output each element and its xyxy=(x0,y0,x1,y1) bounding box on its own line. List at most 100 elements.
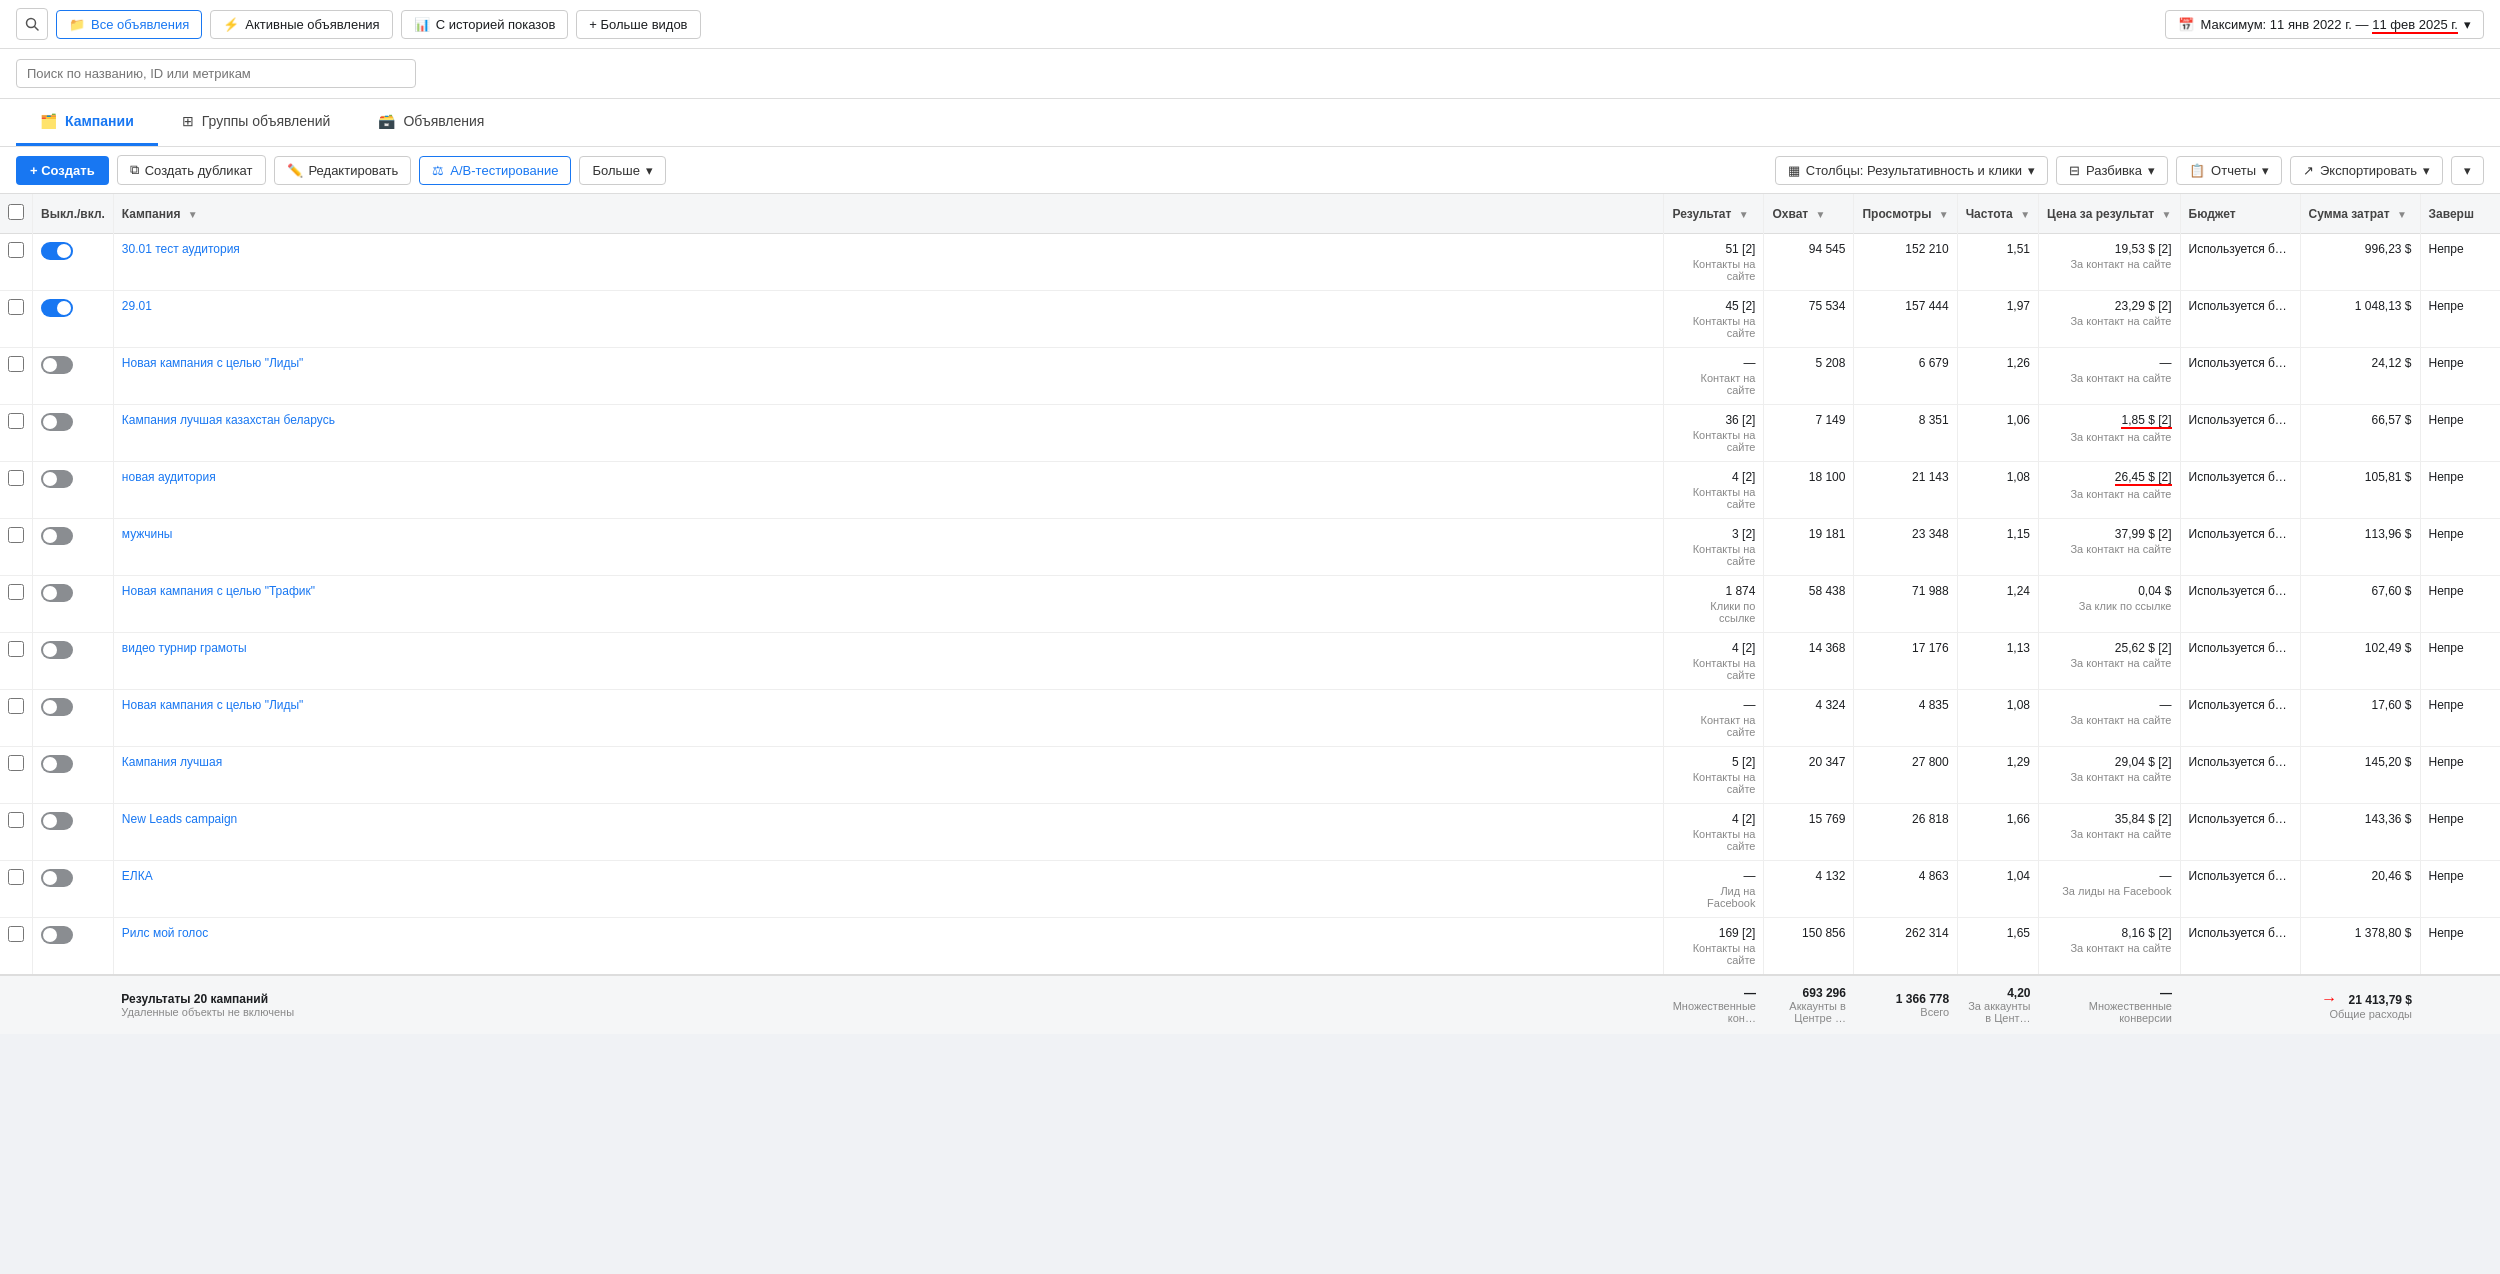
campaign-toggle[interactable] xyxy=(41,869,73,887)
price-sub: За лиды на Facebook xyxy=(2047,885,2171,897)
active-ads-filter-btn[interactable]: ⚡ Активные объявления xyxy=(210,10,392,39)
row-checkbox[interactable] xyxy=(8,926,24,942)
campaign-name-link[interactable]: Новая кампания с целью "Трафик" xyxy=(122,584,1656,598)
row-spent: 17,60 $ xyxy=(2300,690,2420,747)
sort-arrow-spent: ▼ xyxy=(2397,209,2407,220)
row-checkbox[interactable] xyxy=(8,869,24,885)
campaign-toggle[interactable] xyxy=(41,299,73,317)
row-checkbox[interactable] xyxy=(8,242,24,258)
more-views-btn[interactable]: + Больше видов xyxy=(576,10,700,39)
row-checkbox[interactable] xyxy=(8,584,24,600)
row-result: 4 [2] Контакты на сайте xyxy=(1664,804,1764,861)
row-checkbox[interactable] xyxy=(8,299,24,315)
row-freq: 1,26 xyxy=(1957,348,2038,405)
campaign-name-link[interactable]: Новая кампания с целью "Лиды" xyxy=(122,698,1656,712)
campaign-toggle[interactable] xyxy=(41,755,73,773)
row-checkbox[interactable] xyxy=(8,413,24,429)
row-checkbox[interactable] xyxy=(8,641,24,657)
finish-value: Непре xyxy=(2429,755,2464,769)
row-result: 4 [2] Контакты на сайте xyxy=(1664,633,1764,690)
result-sub: Контакты на сайте xyxy=(1672,486,1755,510)
row-views: 152 210 xyxy=(1854,234,1957,291)
spent-value: 20,46 $ xyxy=(2309,869,2412,883)
result-sub: Лид на Facebook xyxy=(1672,885,1755,909)
campaign-name-link[interactable]: Рилс мой голос xyxy=(122,926,1656,940)
breakdown-button[interactable]: ⊟ Разбивка ▾ xyxy=(2056,156,2168,185)
row-checkbox[interactable] xyxy=(8,356,24,372)
extra-button[interactable]: ▾ xyxy=(2451,156,2484,185)
result-value: 36 [2] xyxy=(1672,413,1755,427)
header-campaign[interactable]: Кампания ▼ xyxy=(113,194,1664,234)
campaign-toggle[interactable] xyxy=(41,584,73,602)
select-all-checkbox[interactable] xyxy=(8,204,24,220)
search-input[interactable] xyxy=(16,59,416,88)
result-sub: Контакты на сайте xyxy=(1672,429,1755,453)
history-filter-btn[interactable]: 📊 С историей показов xyxy=(401,10,569,39)
more-button[interactable]: Больше ▾ xyxy=(579,156,666,185)
row-checkbox[interactable] xyxy=(8,812,24,828)
sort-arrow-freq: ▼ xyxy=(2020,209,2030,220)
campaign-name-link[interactable]: 30.01 тест аудитория xyxy=(122,242,1656,256)
adgroups-tab-label: Группы объявлений xyxy=(202,113,331,129)
campaign-toggle[interactable] xyxy=(41,242,73,260)
tab-ads[interactable]: 🗃️ Объявления xyxy=(354,99,508,146)
campaign-toggle[interactable] xyxy=(41,926,73,944)
campaign-toggle[interactable] xyxy=(41,641,73,659)
ab-test-button[interactable]: ⚖ A/B-тестирование xyxy=(419,156,571,185)
columns-button[interactable]: ▦ Столбцы: Результативность и клики ▾ xyxy=(1775,156,2048,185)
duplicate-button[interactable]: ⧉ Создать дубликат xyxy=(117,155,266,185)
finish-value: Непре xyxy=(2429,242,2464,256)
campaign-name-link[interactable]: Кампания лучшая казахстан беларусь xyxy=(122,413,1656,427)
result-value: 5 [2] xyxy=(1672,755,1755,769)
row-spent: 113,96 $ xyxy=(2300,519,2420,576)
search-icon-btn[interactable] xyxy=(16,8,48,40)
all-ads-filter-btn[interactable]: 📁 Все объявления xyxy=(56,10,202,39)
reports-button[interactable]: 📋 Отчеты ▾ xyxy=(2176,156,2282,185)
footer-spent-sub: Общие расходы xyxy=(2308,1008,2412,1020)
campaign-toggle[interactable] xyxy=(41,527,73,545)
campaign-toggle[interactable] xyxy=(41,812,73,830)
campaign-name-link[interactable]: New Leads campaign xyxy=(122,812,1656,826)
campaign-name-link[interactable]: новая аудитория xyxy=(122,470,1656,484)
campaign-toggle[interactable] xyxy=(41,470,73,488)
campaign-name-link[interactable]: мужчины xyxy=(122,527,1656,541)
row-views: 6 679 xyxy=(1854,348,1957,405)
header-spent[interactable]: Сумма затрат ▼ xyxy=(2300,194,2420,234)
spent-value: 66,57 $ xyxy=(2309,413,2412,427)
header-price[interactable]: Цена за результат ▼ xyxy=(2039,194,2180,234)
header-freq[interactable]: Частота ▼ xyxy=(1957,194,2038,234)
create-button[interactable]: + Создать xyxy=(16,156,109,185)
views-value: 152 210 xyxy=(1862,242,1948,256)
campaign-toggle[interactable] xyxy=(41,413,73,431)
row-checkbox[interactable] xyxy=(8,470,24,486)
row-checkbox[interactable] xyxy=(8,698,24,714)
price-sub: За клик по ссылке xyxy=(2047,600,2171,612)
row-price: 35,84 $ [2] За контакт на сайте xyxy=(2039,804,2180,861)
price-value: 25,62 $ [2] xyxy=(2047,641,2171,655)
campaign-name-link[interactable]: видео турнир грамоты xyxy=(122,641,1656,655)
row-campaign: ЕЛКА xyxy=(113,861,1664,918)
export-button[interactable]: ↗ Экспортировать ▾ xyxy=(2290,156,2443,185)
campaign-name-link[interactable]: Новая кампания с целью "Лиды" xyxy=(122,356,1656,370)
header-result[interactable]: Результат ▼ xyxy=(1664,194,1764,234)
price-sub: За контакт на сайте xyxy=(2047,488,2171,500)
campaign-name-link[interactable]: 29.01 xyxy=(122,299,1656,313)
edit-button[interactable]: ✏️ Редактировать xyxy=(274,156,412,185)
date-range-selector[interactable]: 📅 Максимум: 11 янв 2022 г. — 11 фев 2025… xyxy=(2165,10,2484,39)
campaign-toggle[interactable] xyxy=(41,698,73,716)
row-checkbox[interactable] xyxy=(8,755,24,771)
campaign-name-link[interactable]: ЕЛКА xyxy=(122,869,1656,883)
footer-reach: 693 296 Аккаунты в Центре … xyxy=(1764,975,1854,1034)
footer-campaign-sub: Удаленные объекты не включены xyxy=(121,1006,1656,1018)
tab-ad-groups[interactable]: ⊞ Группы объявлений xyxy=(158,99,355,146)
campaign-toggle[interactable] xyxy=(41,356,73,374)
row-checkbox[interactable] xyxy=(8,527,24,543)
header-reach[interactable]: Охват ▼ xyxy=(1764,194,1854,234)
arrow-icon: → xyxy=(2321,990,2337,1007)
freq-value: 1,65 xyxy=(1966,926,2030,940)
campaign-name-link[interactable]: Кампания лучшая xyxy=(122,755,1656,769)
header-views[interactable]: Просмотры ▼ xyxy=(1854,194,1957,234)
tab-campaigns[interactable]: 🗂️ Кампании xyxy=(16,99,158,146)
tabs: 🗂️ Кампании ⊞ Группы объявлений 🗃️ Объяв… xyxy=(0,99,2500,147)
finish-value: Непре xyxy=(2429,413,2464,427)
